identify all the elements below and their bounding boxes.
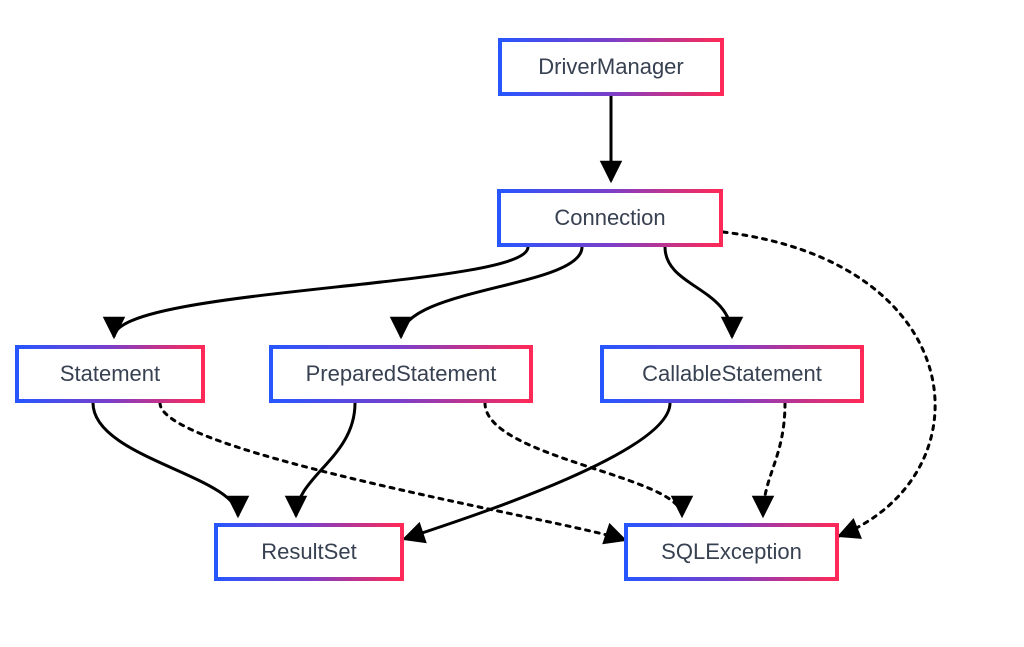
node-label: Statement xyxy=(60,361,160,387)
edge-prepared-to-sqlException xyxy=(485,403,682,516)
edges-layer xyxy=(0,0,1024,647)
node-label: SQLException xyxy=(661,539,802,565)
node-label: ResultSet xyxy=(261,539,356,565)
edge-statement-to-sqlException xyxy=(160,403,625,540)
node-label: Connection xyxy=(554,205,665,231)
node-sqlException: SQLException xyxy=(624,523,839,581)
node-driverManager: DriverManager xyxy=(498,38,724,96)
node-label: PreparedStatement xyxy=(306,361,497,387)
node-prepared: PreparedStatement xyxy=(269,345,533,403)
node-label: CallableStatement xyxy=(642,361,822,387)
edge-connection-to-callable xyxy=(665,247,732,337)
edge-connection-to-prepared xyxy=(401,247,582,337)
node-callable: CallableStatement xyxy=(600,345,864,403)
node-statement: Statement xyxy=(15,345,205,403)
edge-callable-to-sqlException xyxy=(763,403,785,516)
edge-prepared-to-resultSet xyxy=(296,403,355,516)
edge-statement-to-resultSet xyxy=(93,403,238,516)
node-connection: Connection xyxy=(497,189,723,247)
node-resultSet: ResultSet xyxy=(214,523,404,581)
node-label: DriverManager xyxy=(538,54,684,80)
edge-connection-to-statement xyxy=(114,247,528,337)
edge-callable-to-resultSet xyxy=(404,403,670,539)
